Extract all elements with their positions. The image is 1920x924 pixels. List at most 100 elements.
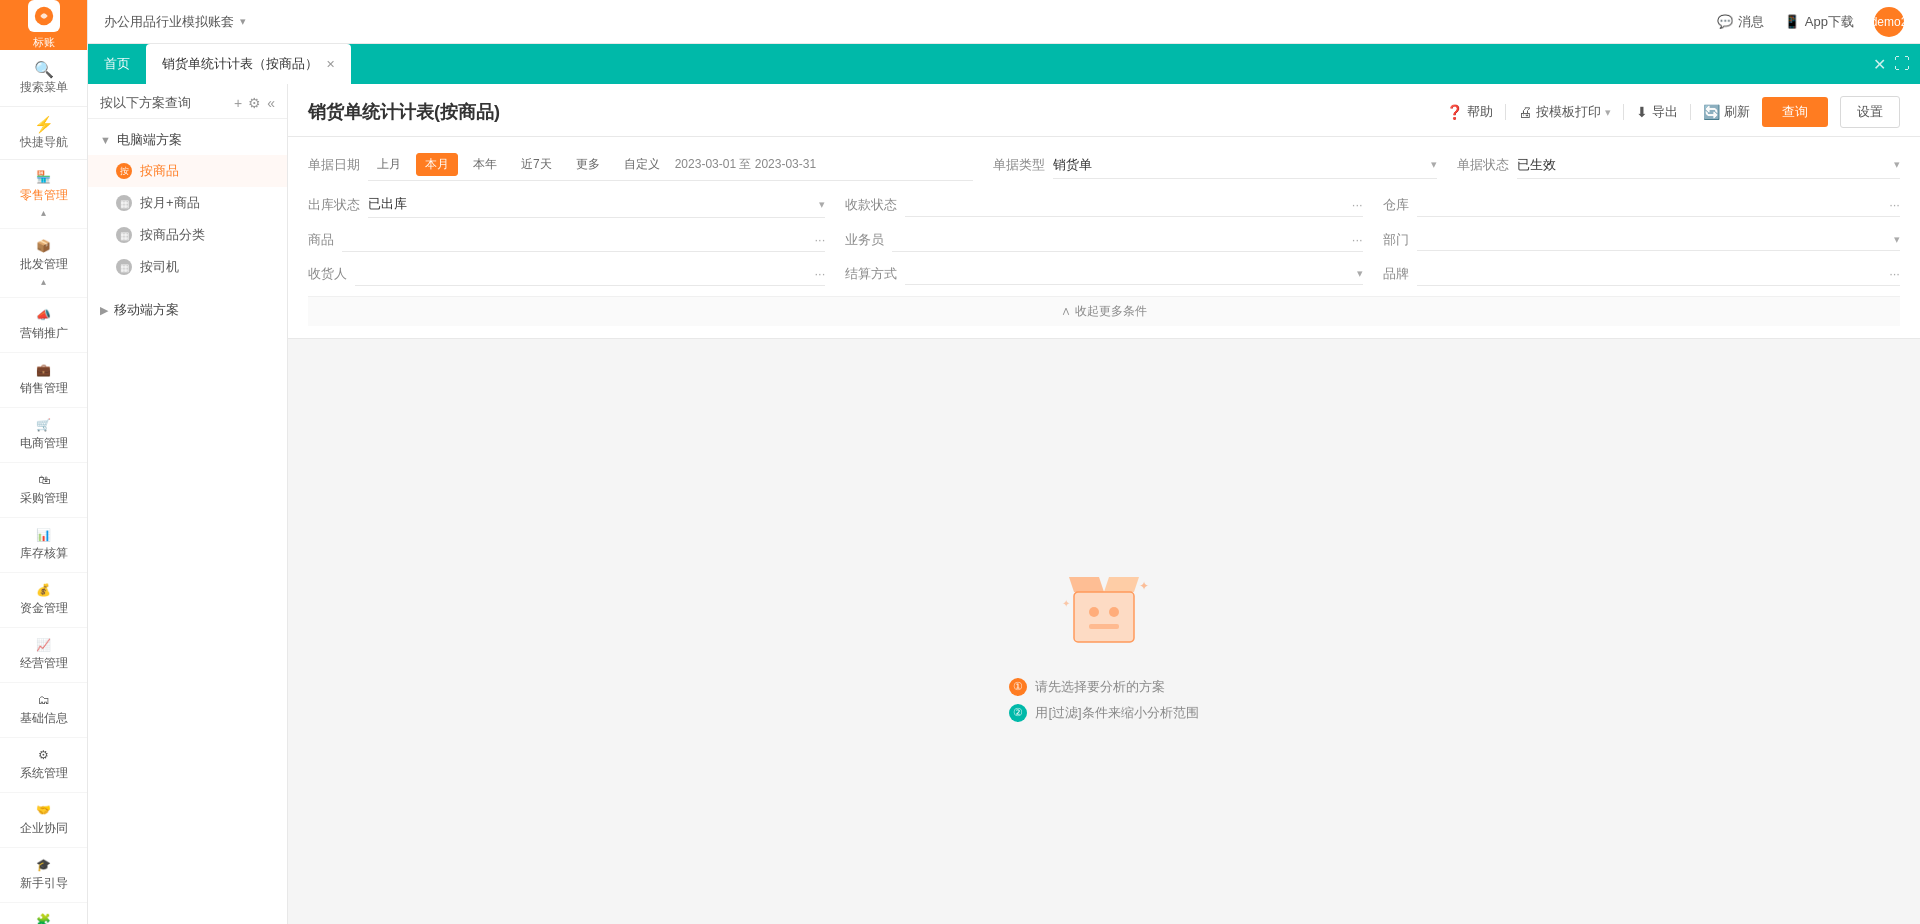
header-right: 💬 消息 📱 App下载 demo2 [1717,7,1904,37]
sidebar-item-apps[interactable]: 🧩 应用中心 [0,903,87,924]
order-type-arrow: ▾ [1431,158,1437,171]
brand-dots: ··· [1889,266,1900,281]
export-btn[interactable]: ⬇ 导出 [1636,103,1678,121]
settings-button[interactable]: 设置 [1840,96,1900,128]
sidebar-item-base[interactable]: 🗂 基础信息 [0,683,87,738]
tab-home[interactable]: 首页 [88,44,146,84]
query-button[interactable]: 查询 [1762,97,1828,127]
salesperson-value[interactable]: ··· [892,228,1362,252]
help-btn[interactable]: ❓ 帮助 [1446,103,1493,121]
tree-item-by-printer[interactable]: ▦ 按司机 [88,251,287,283]
date-btn-thismonth[interactable]: 本月 [416,153,458,176]
sidebar-item-system[interactable]: ⚙ 系统管理 [0,738,87,793]
filter-receiver: 收货人 ··· [308,262,825,286]
tree-item-by-product[interactable]: 按 按商品 [88,155,287,187]
out-status-value[interactable]: 已出库 ▾ [368,191,825,218]
sidebar-item-retail[interactable]: 🏪 零售管理 ▴ [0,160,87,229]
sidebar-item-inventory[interactable]: 📊 库存核算 [0,518,87,573]
desktop-expand-arrow: ▼ [100,134,111,146]
message-action[interactable]: 💬 消息 [1717,13,1764,31]
receipt-status-value[interactable]: ··· [905,193,1362,217]
refresh-btn[interactable]: 🔄 刷新 [1703,103,1750,121]
filter-out-status: 出库状态 已出库 ▾ [308,191,825,218]
workspace-selector[interactable]: 办公用品行业模拟账套 ▾ [104,13,246,31]
date-btn-7days[interactable]: 近7天 [512,153,561,176]
sidebar-item-purchase[interactable]: 🛍 采购管理 [0,463,87,518]
add-scheme-btn[interactable]: + [234,95,242,111]
purchase-icon: 🛍 [38,473,50,487]
warehouse-value[interactable]: ··· [1417,193,1900,217]
tab-sales-stat[interactable]: 销货单统计计表（按商品） ✕ [146,44,351,84]
tree-item-by-product-cat[interactable]: ▦ 按商品分类 [88,219,287,251]
brand-value[interactable]: ··· [1417,262,1900,286]
date-btn-thisyear[interactable]: 本年 [464,153,506,176]
tree-mobile-parent[interactable]: ▶ 移动端方案 [88,295,287,325]
export-icon: ⬇ [1636,104,1648,120]
logo-icon [28,0,60,32]
payment-method-arrow: ▾ [1357,267,1363,280]
svg-point-5 [1089,607,1099,617]
receipt-status-label: 收款状态 [845,196,897,214]
date-btn-lastmonth[interactable]: 上月 [368,153,410,176]
sidebar-item-wholesale[interactable]: 📦 批发管理 ▴ [0,229,87,298]
enterprise-icon: 🤝 [36,803,51,817]
order-status-label: 单据状态 [1457,156,1509,174]
filter-area: 单据日期 上月 本月 本年 近7天 更多 自定义 2023-03-01 至 20… [288,137,1920,339]
wholesale-icon: 📦 [36,239,51,253]
sidebar-search[interactable]: 🔍 搜索菜单 [0,50,87,107]
by-product-cat-icon: ▦ [116,227,132,243]
sidebar-item-sales[interactable]: 💼 销售管理 [0,353,87,408]
template-print-label: 按模板打印 [1536,103,1601,121]
main-area: 办公用品行业模拟账套 ▾ 💬 消息 📱 App下载 demo2 首页 销货单统计… [88,0,1920,924]
base-icon: 🗂 [38,693,50,707]
svg-point-6 [1109,607,1119,617]
date-btn-custom[interactable]: 自定义 [615,153,669,176]
sidebar-item-ecommerce[interactable]: 🛒 电商管理 [0,408,87,463]
tab-close-icon[interactable]: ✕ [326,58,335,71]
tree-item-by-month-product[interactable]: ▦ 按月+商品 [88,187,287,219]
order-date-value[interactable]: 上月 本月 本年 近7天 更多 自定义 2023-03-01 至 2023-03… [368,149,973,181]
settings-scheme-btn[interactable]: ⚙ [248,95,261,111]
empty-tips: ① 请先选择要分析的方案 ② 用[过滤]条件来缩小分析范围 [1009,678,1198,722]
sidebar-operation-label: 经营管理 [20,655,68,672]
page-header-actions: ❓ 帮助 🖨 按模板打印 ▾ ⬇ 导出 [1446,96,1900,128]
salesperson-dots: ··· [1352,232,1363,247]
user-avatar[interactable]: demo2 [1874,7,1904,37]
print-arrow-icon: ▾ [1605,106,1611,119]
svg-marker-3 [1104,577,1139,592]
sidebar-wholesale-label: 批发管理 [20,256,68,273]
maximize-window-btn[interactable]: ⛶ [1894,55,1910,73]
by-product-icon: 按 [116,163,132,179]
tip2-text: 用[过滤]条件来缩小分析范围 [1035,704,1198,722]
svg-text:✦: ✦ [1062,598,1070,609]
tree-desktop-parent[interactable]: ▼ 电脑端方案 [88,125,287,155]
sidebar-retail-label: 零售管理 [20,187,68,204]
sidebar-guide-label: 新手引导 [20,875,68,892]
receiver-value[interactable]: ··· [355,262,825,286]
sidebar-item-finance[interactable]: 💰 资金管理 [0,573,87,628]
out-status-label: 出库状态 [308,196,360,214]
order-status-value[interactable]: 已生效 ▾ [1517,152,1900,179]
department-value[interactable]: ▾ [1417,229,1900,251]
collapse-panel-btn[interactable]: « [267,95,275,111]
sidebar-item-marketing[interactable]: 📣 营销推广 [0,298,87,353]
out-status-arrow: ▾ [819,198,825,211]
template-print-btn[interactable]: 🖨 按模板打印 ▾ [1518,103,1611,121]
payment-method-value[interactable]: ▾ [905,263,1362,285]
app-download-action[interactable]: 📱 App下载 [1784,13,1854,31]
collapse-more-btn[interactable]: ∧ 收起更多条件 [308,296,1900,326]
close-window-btn[interactable]: ✕ [1873,55,1886,74]
app-logo[interactable]: 标账 [0,0,88,50]
sidebar-marketing-label: 营销推广 [20,325,68,342]
salesperson-label: 业务员 [845,231,884,249]
tab-bar: 首页 销货单统计计表（按商品） ✕ ✕ ⛶ [88,44,1920,84]
order-type-value[interactable]: 销货单 ▾ [1053,152,1436,179]
product-value[interactable]: ··· [342,228,825,252]
sidebar-item-enterprise[interactable]: 🤝 企业协同 [0,793,87,848]
sidebar-quicknav[interactable]: ⚡ 快捷导航 [0,107,87,160]
by-month-product-label: 按月+商品 [140,194,200,212]
sidebar-item-operation[interactable]: 📈 经营管理 [0,628,87,683]
empty-state: ✦ ✦ ① 请先选择要分析的方案 ② 用[过滤]条件来缩小分析范围 [288,339,1920,924]
sidebar-item-guide[interactable]: 🎓 新手引导 [0,848,87,903]
date-btn-more[interactable]: 更多 [567,153,609,176]
